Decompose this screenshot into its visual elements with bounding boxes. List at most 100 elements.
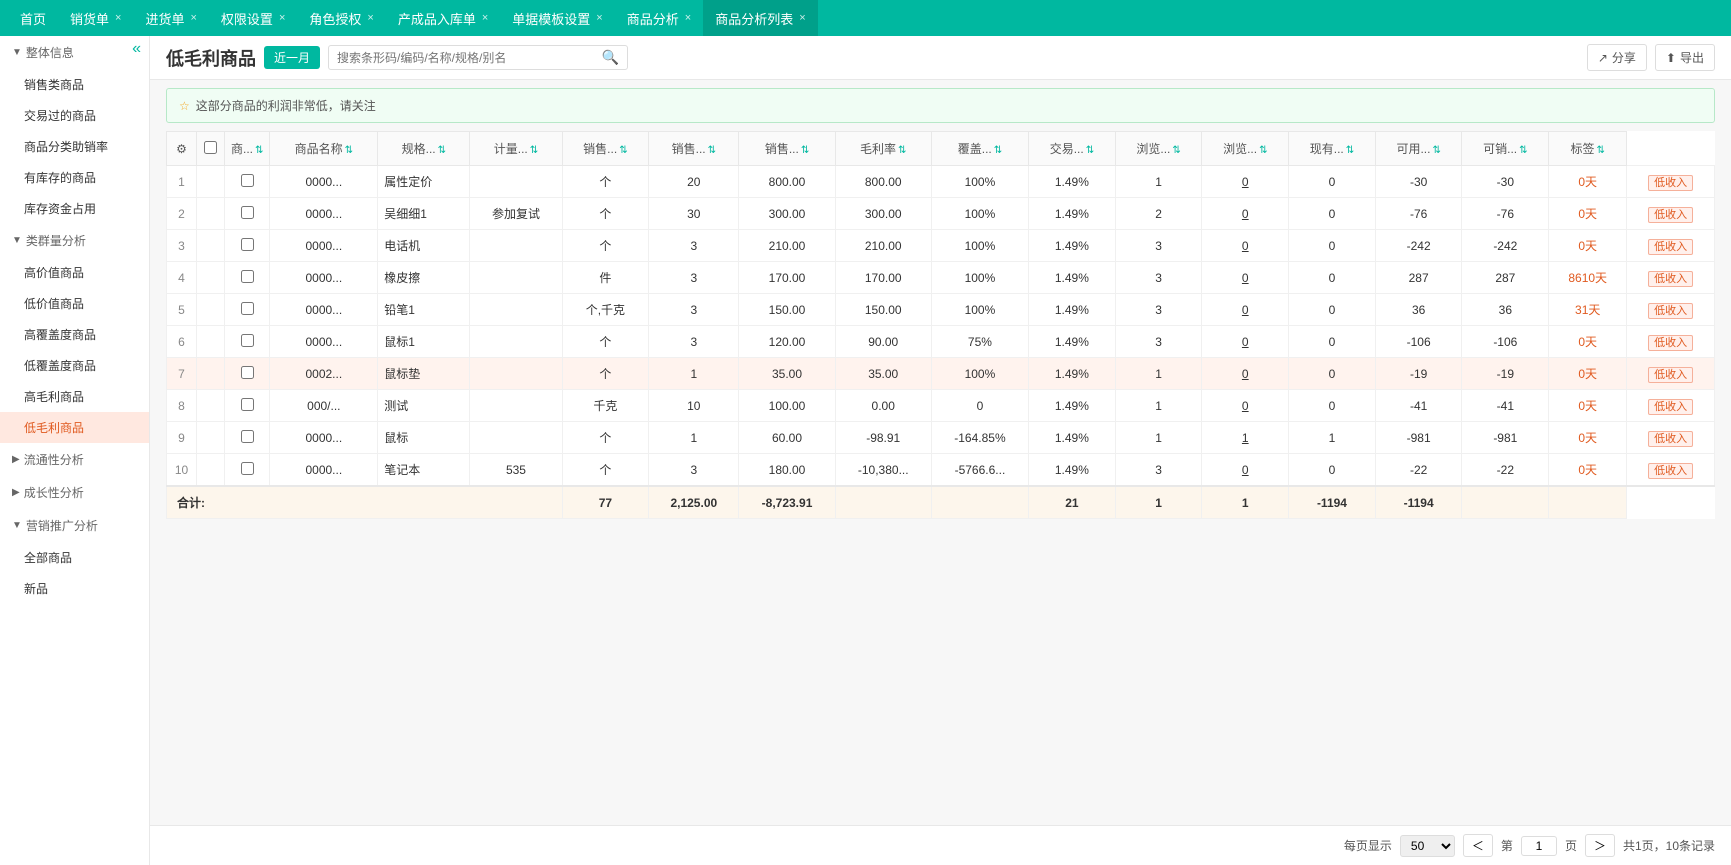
col-view1[interactable]: 浏览...⇅	[1115, 132, 1202, 166]
sidebar-group-overall[interactable]: ▼ 整体信息	[0, 36, 124, 69]
sidebar-item-capital[interactable]: 库存资金占用	[0, 193, 149, 224]
select-all-checkbox[interactable]	[204, 141, 217, 154]
row-view1[interactable]: 0	[1202, 198, 1289, 230]
row-available: -242	[1462, 230, 1549, 262]
sidebar-item-in-stock[interactable]: 有库存的商品	[0, 162, 149, 193]
close-icon[interactable]: ×	[115, 12, 121, 24]
row-view1[interactable]: 0	[1202, 230, 1289, 262]
row-view1[interactable]: 0	[1202, 454, 1289, 487]
sidebar-group-cluster[interactable]: ▼ 类群量分析	[0, 224, 149, 257]
close-icon[interactable]: ×	[482, 12, 488, 24]
col-saleable[interactable]: 可销...⇅	[1462, 132, 1549, 166]
row-view1[interactable]: 0	[1202, 294, 1289, 326]
col-tag[interactable]: 标签⇅	[1549, 132, 1627, 166]
col-view2[interactable]: 浏览...⇅	[1202, 132, 1289, 166]
row-view1[interactable]: 0	[1202, 326, 1289, 358]
nav-analysis-list[interactable]: 商品分析列表 ×	[703, 0, 817, 36]
sidebar-group-flow[interactable]: ▶ 流通性分析	[0, 443, 149, 476]
sidebar-item-high-coverage[interactable]: 高覆盖度商品	[0, 319, 149, 350]
row-checkbox[interactable]	[225, 454, 270, 487]
row-checkbox[interactable]	[225, 422, 270, 454]
sidebar-group-marketing[interactable]: ▼ 营销推广分析	[0, 509, 149, 542]
col-price[interactable]: 销售...⇅	[649, 132, 739, 166]
row-current: -22	[1375, 454, 1462, 487]
row-checkbox[interactable]	[225, 230, 270, 262]
row-checkbox[interactable]	[225, 326, 270, 358]
page-header: 低毛利商品 近一月 🔍 ↗ 分享 ⬆ 导出	[150, 36, 1731, 80]
row-view1[interactable]: 0	[1202, 358, 1289, 390]
share-button[interactable]: ↗ 分享	[1587, 44, 1647, 71]
row-check[interactable]	[241, 366, 254, 379]
row-check[interactable]	[241, 206, 254, 219]
nav-products[interactable]: 产成品入库单 ×	[386, 0, 500, 36]
row-check[interactable]	[241, 238, 254, 251]
row-number: 6	[167, 326, 197, 358]
row-check[interactable]	[241, 430, 254, 443]
row-qty: 3	[649, 326, 739, 358]
col-gross-margin[interactable]: 毛利率⇅	[835, 132, 931, 166]
row-checkbox[interactable]	[225, 294, 270, 326]
row-check[interactable]	[241, 398, 254, 411]
nav-sales[interactable]: 销货单 ×	[58, 0, 133, 36]
close-icon[interactable]: ×	[596, 12, 602, 24]
close-icon[interactable]: ×	[190, 12, 196, 24]
sidebar-item-all-products[interactable]: 全部商品	[0, 542, 149, 573]
row-name: 鼠标垫	[378, 358, 470, 390]
col-transaction[interactable]: 交易...⇅	[1029, 132, 1116, 166]
sidebar-item-high-value[interactable]: 高价值商品	[0, 257, 149, 288]
col-qty[interactable]: 销售...⇅	[562, 132, 649, 166]
row-view1[interactable]: 0	[1202, 166, 1289, 198]
row-checkbox[interactable]	[225, 198, 270, 230]
sidebar-item-new-products[interactable]: 新品	[0, 573, 149, 604]
nav-analysis[interactable]: 商品分析 ×	[615, 0, 703, 36]
sidebar-item-high-margin[interactable]: 高毛利商品	[0, 381, 149, 412]
row-checkbox[interactable]	[225, 358, 270, 390]
row-tag: 低收入	[1627, 262, 1715, 294]
close-icon[interactable]: ×	[367, 12, 373, 24]
nav-roles[interactable]: 角色授权 ×	[297, 0, 385, 36]
col-code[interactable]: 商...⇅	[225, 132, 270, 166]
close-icon[interactable]: ×	[799, 12, 805, 24]
close-icon[interactable]: ×	[685, 12, 691, 24]
prev-page-button[interactable]: ＜	[1463, 834, 1493, 857]
page-input[interactable]	[1521, 836, 1557, 856]
col-checkbox[interactable]	[197, 132, 225, 166]
period-button[interactable]: 近一月	[264, 46, 320, 69]
sidebar-item-traded[interactable]: 交易过的商品	[0, 100, 149, 131]
row-check[interactable]	[241, 334, 254, 347]
col-coverage[interactable]: 覆盖...⇅	[931, 132, 1028, 166]
sidebar-item-sales-products[interactable]: 销售类商品	[0, 69, 149, 100]
col-amount[interactable]: 销售...⇅	[739, 132, 835, 166]
nav-purchase[interactable]: 进货单 ×	[133, 0, 208, 36]
row-check[interactable]	[241, 462, 254, 475]
col-available[interactable]: 可用...⇅	[1375, 132, 1462, 166]
sidebar-collapse-button[interactable]: «	[128, 40, 145, 58]
row-checkbox[interactable]	[225, 390, 270, 422]
sidebar-item-category-rate[interactable]: 商品分类助销率	[0, 131, 149, 162]
row-view1[interactable]: 0	[1202, 390, 1289, 422]
next-page-button[interactable]: ＞	[1585, 834, 1615, 857]
export-button[interactable]: ⬆ 导出	[1655, 44, 1715, 71]
sidebar-group-growth[interactable]: ▶ 成长性分析	[0, 476, 149, 509]
row-checkbox[interactable]	[225, 166, 270, 198]
nav-template[interactable]: 单据模板设置 ×	[500, 0, 614, 36]
sidebar-item-low-value[interactable]: 低价值商品	[0, 288, 149, 319]
row-check[interactable]	[241, 302, 254, 315]
row-check[interactable]	[241, 270, 254, 283]
row-checkbox[interactable]	[225, 262, 270, 294]
nav-permissions[interactable]: 权限设置 ×	[209, 0, 297, 36]
row-view1[interactable]: 0	[1202, 262, 1289, 294]
close-icon[interactable]: ×	[279, 12, 285, 24]
search-input[interactable]	[337, 51, 602, 65]
nav-home[interactable]: 首页	[8, 0, 58, 36]
sidebar-item-low-coverage[interactable]: 低覆盖度商品	[0, 350, 149, 381]
row-view1[interactable]: 1	[1202, 422, 1289, 454]
row-check[interactable]	[241, 174, 254, 187]
col-spec[interactable]: 规格...⇅	[378, 132, 470, 166]
sidebar-item-low-margin[interactable]: 低毛利商品	[0, 412, 149, 443]
col-current[interactable]: 现有...⇅	[1289, 132, 1376, 166]
col-name[interactable]: 商品名称⇅	[270, 132, 378, 166]
col-unit[interactable]: 计量...⇅	[470, 132, 562, 166]
col-settings[interactable]: ⚙	[167, 132, 197, 166]
per-page-select[interactable]: 50 20 100	[1400, 835, 1455, 857]
